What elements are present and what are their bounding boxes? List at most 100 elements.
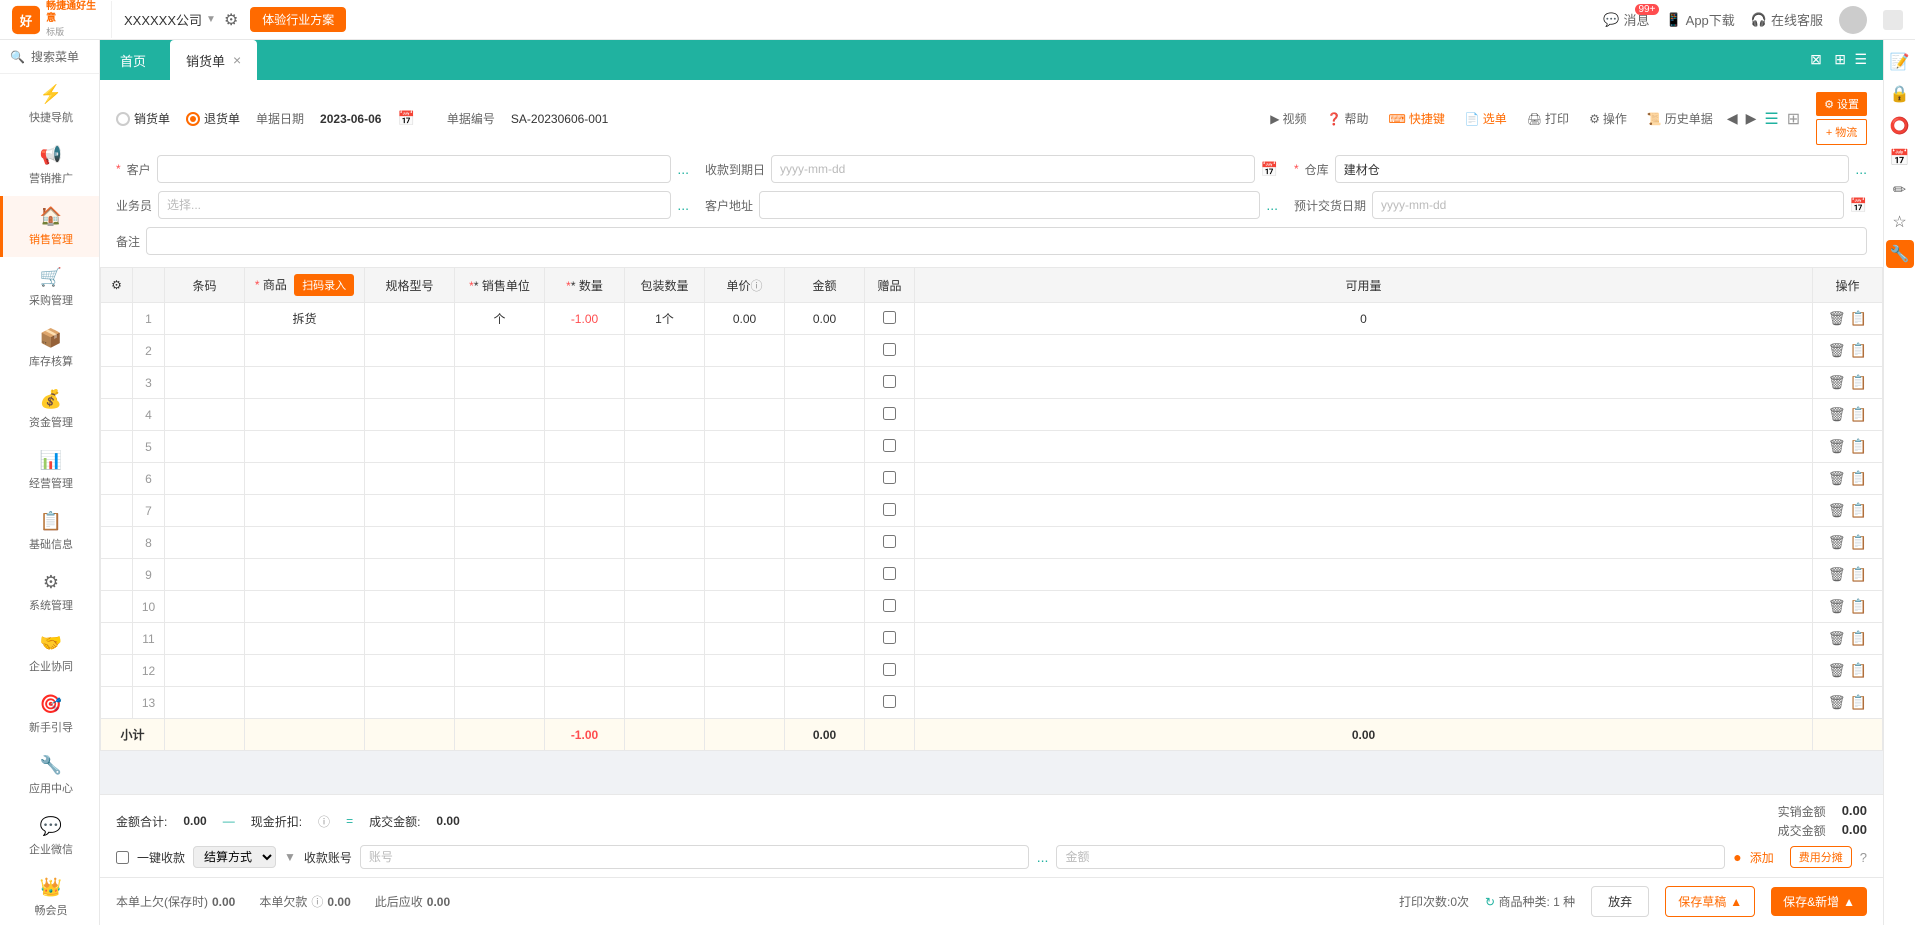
cell-barcode-0[interactable] bbox=[165, 303, 245, 335]
delivery-date-input[interactable] bbox=[1372, 191, 1844, 219]
gift-checkbox-3[interactable] bbox=[883, 407, 896, 420]
right-icon-6[interactable]: ☆ bbox=[1886, 208, 1914, 236]
delete-btn-11[interactable]: 🗑 bbox=[1828, 662, 1846, 679]
salesperson-dots[interactable]: ... bbox=[677, 197, 689, 213]
customer-addr-input[interactable] bbox=[759, 191, 1260, 219]
cell-barcode-6[interactable] bbox=[165, 495, 245, 527]
price-info-icon[interactable]: ⓘ bbox=[751, 279, 763, 293]
shortcut-btn[interactable]: ⌨ 快捷键 bbox=[1383, 108, 1451, 129]
discard-btn[interactable]: 放弃 bbox=[1591, 886, 1649, 917]
sidebar-item-guide[interactable]: 🎯 新手引导 bbox=[0, 684, 99, 745]
logistics-btn[interactable]: + 物流 bbox=[1816, 119, 1867, 145]
due-date-calendar-icon[interactable]: 📅 bbox=[1261, 161, 1278, 178]
copy-btn-3[interactable]: 📋 bbox=[1850, 406, 1867, 423]
prev-icon[interactable]: ◀ bbox=[1727, 110, 1738, 127]
gift-checkbox-10[interactable] bbox=[883, 631, 896, 644]
right-icon-1[interactable]: 📝 bbox=[1886, 48, 1914, 76]
tab-home[interactable]: 首页 bbox=[100, 40, 166, 80]
settings-btn[interactable]: ⚙ 设置 bbox=[1816, 92, 1867, 116]
choose-btn[interactable]: 📄 选单 bbox=[1459, 108, 1513, 129]
sidebar-search[interactable]: 🔍 搜索菜单 bbox=[0, 40, 99, 74]
print-btn[interactable]: 🖨 打印 bbox=[1521, 108, 1575, 129]
gift-checkbox-9[interactable] bbox=[883, 599, 896, 612]
gift-checkbox-7[interactable] bbox=[883, 535, 896, 548]
copy-btn-8[interactable]: 📋 bbox=[1850, 566, 1867, 583]
app-download-btn[interactable]: 📱 App下载 bbox=[1665, 10, 1734, 29]
delete-btn-10[interactable]: 🗑 bbox=[1828, 630, 1846, 647]
delete-btn-8[interactable]: 🗑 bbox=[1828, 566, 1846, 583]
sidebar-item-ops[interactable]: 📊 经营管理 bbox=[0, 440, 99, 501]
account-dots[interactable]: ... bbox=[1037, 849, 1049, 865]
copy-btn-4[interactable]: 📋 bbox=[1850, 438, 1867, 455]
right-icon-2[interactable]: 🔒 bbox=[1886, 80, 1914, 108]
discount-info-icon[interactable]: ⓘ bbox=[318, 813, 330, 830]
cell-barcode-4[interactable] bbox=[165, 431, 245, 463]
sidebar-item-marketing[interactable]: 📢 营销推广 bbox=[0, 135, 99, 196]
add-btn[interactable]: 添加 bbox=[1750, 849, 1774, 866]
cell-barcode-12[interactable] bbox=[165, 687, 245, 719]
radio-sales[interactable]: 销货单 bbox=[116, 110, 170, 127]
right-icon-7[interactable]: 🔧 bbox=[1886, 240, 1914, 268]
cell-barcode-7[interactable] bbox=[165, 527, 245, 559]
save-draft-btn[interactable]: 保存草稿 ▲ bbox=[1665, 886, 1755, 917]
copy-btn-6[interactable]: 📋 bbox=[1850, 502, 1867, 519]
delete-btn-12[interactable]: 🗑 bbox=[1828, 694, 1846, 711]
warehouse-input[interactable] bbox=[1335, 155, 1850, 183]
sidebar-item-purchase[interactable]: 🛒 采购管理 bbox=[0, 257, 99, 318]
save-new-btn[interactable]: 保存&新增 ▲ bbox=[1771, 887, 1867, 916]
sidebar-item-base[interactable]: 📋 基础信息 bbox=[0, 501, 99, 562]
video-btn[interactable]: ▶ 视频 bbox=[1264, 108, 1312, 129]
company-selector[interactable]: XXXXXX公司 ▼ bbox=[124, 10, 216, 29]
gift-checkbox-8[interactable] bbox=[883, 567, 896, 580]
cell-barcode-1[interactable] bbox=[165, 335, 245, 367]
radio-return[interactable]: 退货单 bbox=[186, 110, 240, 127]
sidebar-item-wechat[interactable]: 💬 企业微信 bbox=[0, 806, 99, 867]
account-input[interactable] bbox=[360, 845, 1029, 869]
help-btn[interactable]: ❓ 帮助 bbox=[1321, 108, 1375, 129]
delete-btn-5[interactable]: 🗑 bbox=[1828, 470, 1846, 487]
add-icon[interactable]: ● bbox=[1733, 849, 1741, 865]
gift-checkbox-12[interactable] bbox=[883, 695, 896, 708]
gift-checkbox-6[interactable] bbox=[883, 503, 896, 516]
delete-btn-1[interactable]: 🗑 bbox=[1828, 342, 1846, 359]
gift-checkbox-1[interactable] bbox=[883, 343, 896, 356]
cell-barcode-3[interactable] bbox=[165, 399, 245, 431]
cell-barcode-11[interactable] bbox=[165, 655, 245, 687]
sidebar-item-member[interactable]: 👑 畅会员 bbox=[0, 867, 99, 925]
next-icon[interactable]: ▶ bbox=[1746, 110, 1757, 127]
view-icon-1[interactable]: ☰ bbox=[1764, 109, 1778, 129]
calendar-icon[interactable]: 📅 bbox=[397, 110, 414, 127]
refresh-icon[interactable]: ↻ bbox=[1485, 895, 1495, 909]
settings-gear-icon[interactable]: ⚙ bbox=[224, 10, 238, 30]
delete-btn-0[interactable]: 🗑 bbox=[1828, 310, 1846, 327]
settings-icon[interactable]: ⚙ bbox=[111, 278, 122, 292]
copy-btn-9[interactable]: 📋 bbox=[1850, 598, 1867, 615]
sidebar-item-system[interactable]: ⚙ 系统管理 bbox=[0, 562, 99, 623]
settlement-method-select[interactable]: 结算方式 bbox=[193, 846, 276, 868]
delete-btn-6[interactable]: 🗑 bbox=[1828, 502, 1846, 519]
salesperson-input[interactable] bbox=[158, 191, 671, 219]
tab-list-icon[interactable]: ☰ bbox=[1854, 51, 1867, 67]
delete-btn-9[interactable]: 🗑 bbox=[1828, 598, 1846, 615]
gift-checkbox-11[interactable] bbox=[883, 663, 896, 676]
notes-input[interactable] bbox=[146, 227, 1867, 255]
sidebar-item-inventory[interactable]: 📦 库存核算 bbox=[0, 318, 99, 379]
delivery-calendar-icon[interactable]: 📅 bbox=[1850, 197, 1867, 214]
delete-btn-7[interactable]: 🗑 bbox=[1828, 534, 1846, 551]
copy-btn-12[interactable]: 📋 bbox=[1850, 694, 1867, 711]
scan-btn[interactable]: 扫码录入 bbox=[294, 274, 354, 296]
tab-close-icon[interactable]: × bbox=[233, 52, 241, 68]
fee-split-btn[interactable]: 费用分摊 bbox=[1790, 846, 1852, 868]
tab-sales-order[interactable]: 销货单 × bbox=[170, 40, 257, 80]
amount-input[interactable] bbox=[1056, 845, 1725, 869]
right-icon-5[interactable]: ✏ bbox=[1886, 176, 1914, 204]
sidebar-item-sales[interactable]: 🏠 销售管理 bbox=[0, 196, 99, 257]
gift-checkbox-0[interactable] bbox=[883, 311, 896, 324]
tab-maximize-icon[interactable]: ⊠ bbox=[1810, 51, 1822, 67]
copy-btn-5[interactable]: 📋 bbox=[1850, 470, 1867, 487]
history-btn[interactable]: 📜 历史单据 bbox=[1641, 108, 1719, 129]
copy-btn-2[interactable]: 📋 bbox=[1850, 374, 1867, 391]
copy-btn-0[interactable]: 📋 bbox=[1850, 310, 1867, 327]
avatar[interactable] bbox=[1839, 6, 1867, 34]
delete-btn-3[interactable]: 🗑 bbox=[1828, 406, 1846, 423]
